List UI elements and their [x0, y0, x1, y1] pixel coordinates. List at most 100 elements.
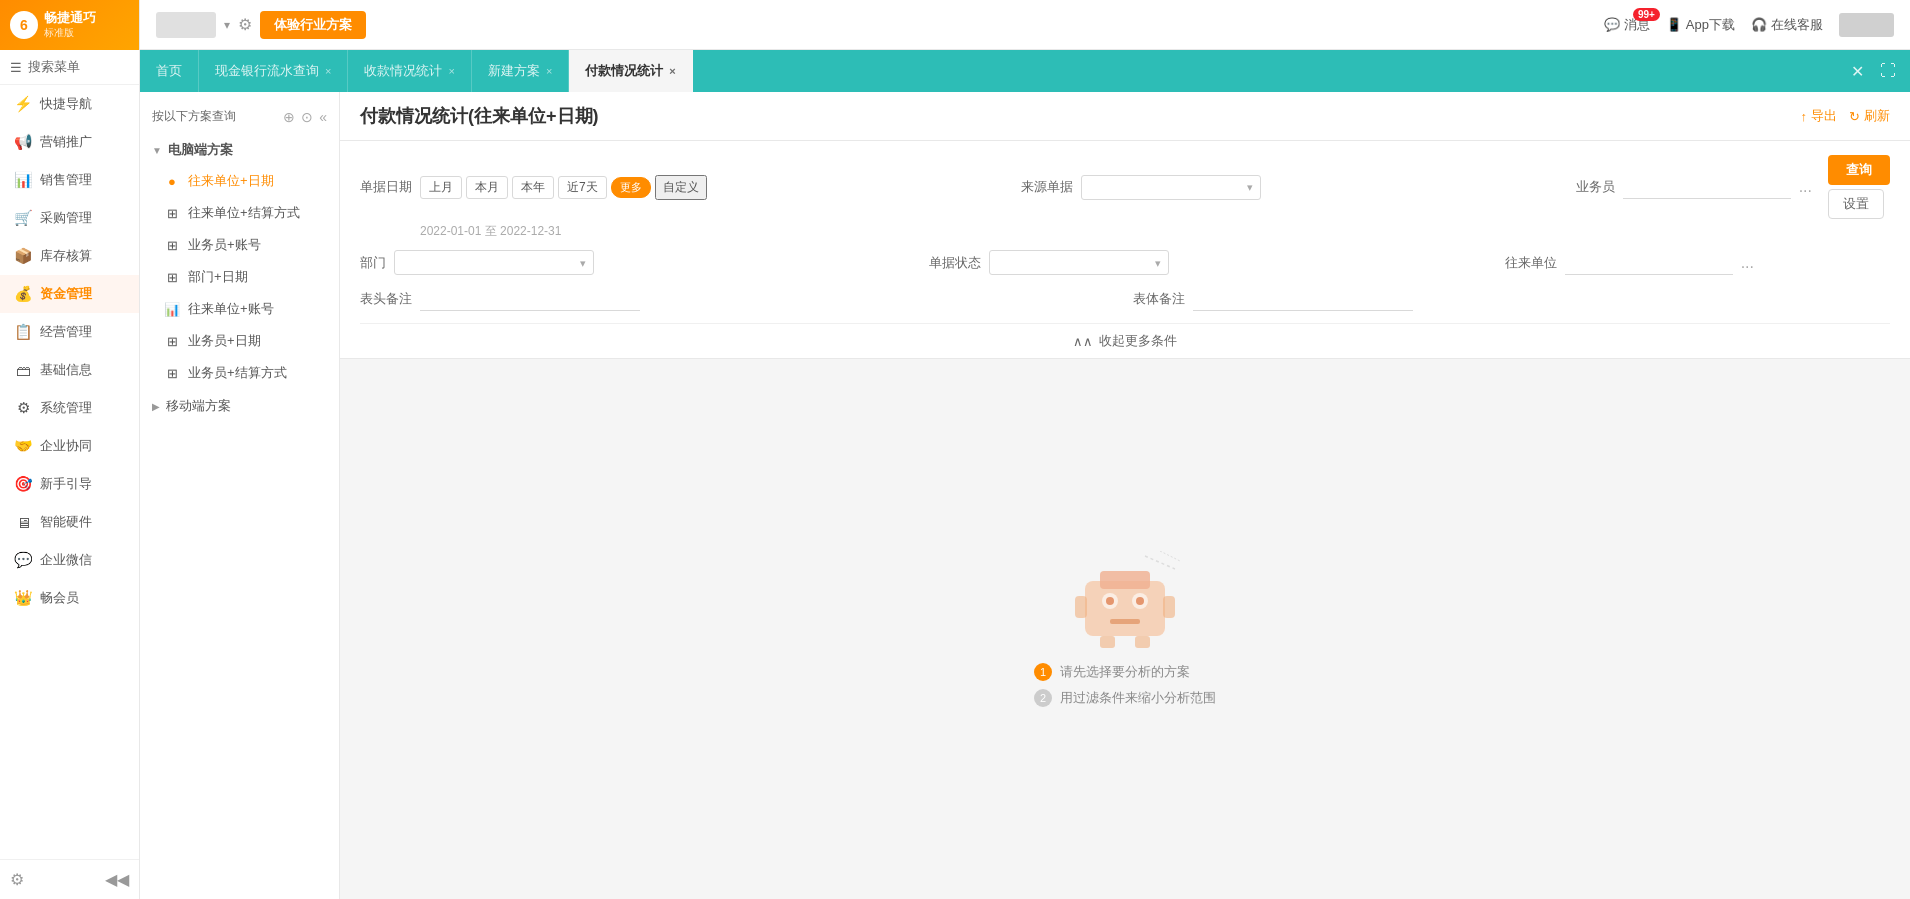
tab-new-plan[interactable]: 新建方案 × — [472, 50, 569, 92]
tip-num-2: 2 — [1034, 689, 1052, 707]
tab-home[interactable]: 首页 — [140, 50, 199, 92]
voucher-status-select-wrap — [989, 250, 1169, 275]
panel-settings-icon[interactable]: ⊙ — [301, 109, 313, 125]
panel-section-pc-header[interactable]: ▼ 电脑端方案 — [140, 135, 339, 165]
header-note-label: 表头备注 — [360, 290, 412, 308]
tab-bank-flow[interactable]: 现金银行流水查询 × — [199, 50, 348, 92]
tab-payment-stats-close[interactable]: × — [669, 65, 675, 77]
query-button[interactable]: 查询 — [1828, 155, 1890, 185]
search-icon: ☰ — [10, 60, 22, 75]
source-select-wrap — [1081, 175, 1261, 200]
date-btn-last7days[interactable]: 近7天 — [558, 176, 607, 199]
refresh-button[interactable]: ↻ 刷新 — [1849, 107, 1890, 125]
footer-settings-icon[interactable]: ⚙ — [10, 870, 24, 889]
panel-collapse-icon[interactable]: « — [319, 109, 327, 125]
service-label: 在线客服 — [1771, 16, 1823, 34]
panel-search-icons: ⊕ ⊙ « — [283, 109, 327, 125]
tabbar: 首页 现金银行流水查询 × 收款情况统计 × 新建方案 × 付款情况统计 × ✕… — [140, 50, 1910, 92]
sidebar-item-inventory[interactable]: 📦 库存核算 — [0, 237, 139, 275]
sidebar-item-sales[interactable]: 📊 销售管理 — [0, 161, 139, 199]
date-btn-this-month[interactable]: 本月 — [466, 176, 508, 199]
empty-tip-2: 2 用过滤条件来缩小分析范围 — [1034, 689, 1216, 707]
topbar-dropdown-icon[interactable]: ▾ — [224, 18, 230, 32]
app-download-icon: 📱 — [1666, 17, 1682, 32]
messages-badge: 99+ — [1633, 8, 1660, 21]
filter-header-note-item: 表头备注 — [360, 287, 640, 311]
sidebar-item-enterprise[interactable]: 🤝 企业协同 — [0, 427, 139, 465]
panel-item-label: 业务员+结算方式 — [188, 364, 287, 382]
export-icon: ↑ — [1801, 109, 1808, 124]
panel-item-unit-date[interactable]: ● 往来单位+日期 — [140, 165, 339, 197]
filter-partner-item: 往来单位 ... — [1505, 251, 1754, 275]
salesperson-input[interactable] — [1623, 175, 1791, 199]
tab-close-all-icon[interactable]: ✕ — [1845, 58, 1870, 85]
sidebar-collapse-icon[interactable]: ◀◀ — [105, 870, 129, 889]
date-btn-last-month[interactable]: 上月 — [420, 176, 462, 199]
voucher-status-select[interactable] — [989, 250, 1169, 275]
tab-expand-icon[interactable]: ⛶ — [1874, 58, 1902, 84]
panel-section-mobile[interactable]: ▶ 移动端方案 — [140, 389, 339, 423]
online-service-button[interactable]: 🎧 在线客服 — [1751, 16, 1823, 34]
source-select[interactable] — [1081, 175, 1261, 200]
sidebar-item-purchase[interactable]: 🛒 采购管理 — [0, 199, 139, 237]
sidebar-item-guide[interactable]: 🎯 新手引导 — [0, 465, 139, 503]
basic-info-icon: 🗃 — [14, 361, 32, 379]
sidebar-item-label: 快捷导航 — [40, 95, 92, 113]
tab-bank-flow-label: 现金银行流水查询 — [215, 62, 319, 80]
svg-rect-10 — [1135, 636, 1150, 648]
date-btn-custom[interactable]: 自定义 — [655, 175, 707, 200]
panel-item-unit-settle[interactable]: ⊞ 往来单位+结算方式 — [140, 197, 339, 229]
robot-svg — [1065, 551, 1185, 651]
tab-bank-flow-close[interactable]: × — [325, 65, 331, 77]
salesperson-ellipsis[interactable]: ... — [1799, 178, 1812, 196]
panel-item-unit-account[interactable]: 📊 往来单位+账号 — [140, 293, 339, 325]
panel-add-icon[interactable]: ⊕ — [283, 109, 295, 125]
app-download-button[interactable]: 📱 App下载 — [1666, 16, 1735, 34]
panel-item-staff-date[interactable]: ⊞ 业务员+日期 — [140, 325, 339, 357]
panel-item-staff-settle[interactable]: ⊞ 业务员+结算方式 — [140, 357, 339, 389]
filter-body-note-item: 表体备注 — [1133, 287, 1413, 311]
user-avatar[interactable] — [1839, 13, 1894, 37]
search-menu-button[interactable]: ☰ 搜索菜单 — [0, 50, 139, 85]
panel-item-label: 业务员+日期 — [188, 332, 261, 350]
date-btn-more[interactable]: 更多 — [611, 177, 651, 198]
panel-item-staff-account[interactable]: ⊞ 业务员+账号 — [140, 229, 339, 261]
partner-input[interactable] — [1565, 251, 1733, 275]
header-note-input[interactable] — [420, 287, 640, 311]
trial-button[interactable]: 体验行业方案 — [260, 11, 366, 39]
sidebar-item-label: 采购管理 — [40, 209, 92, 227]
page-header: 付款情况统计(往来单位+日期) ↑ 导出 ↻ 刷新 — [340, 92, 1910, 141]
filter-row-1: 单据日期 上月 本月 本年 近7天 更多 自定义 来源单据 — [360, 155, 1890, 219]
sidebar-item-operations[interactable]: 📋 经营管理 — [0, 313, 139, 351]
export-label: 导出 — [1811, 107, 1837, 125]
main-area: ▾ ⚙ 体验行业方案 💬 消息 99+ 📱 App下载 🎧 在线客服 首页 — [140, 0, 1910, 899]
settings-button[interactable]: 设置 — [1828, 189, 1884, 219]
sidebar-item-basic-info[interactable]: 🗃 基础信息 — [0, 351, 139, 389]
sidebar-item-marketing[interactable]: 📢 营销推广 — [0, 123, 139, 161]
sidebar-item-quick-nav[interactable]: ⚡ 快捷导航 — [0, 85, 139, 123]
dept-select[interactable] — [394, 250, 594, 275]
collapse-label: 收起更多条件 — [1099, 332, 1177, 350]
tab-receipt-stats-close[interactable]: × — [448, 65, 454, 77]
tab-new-plan-close[interactable]: × — [546, 65, 552, 77]
body-note-input[interactable] — [1193, 287, 1413, 311]
date-btn-this-year[interactable]: 本年 — [512, 176, 554, 199]
sidebar-item-hardware[interactable]: 🖥 智能硬件 — [0, 503, 139, 541]
sidebar-item-system[interactable]: ⚙ 系统管理 — [0, 389, 139, 427]
tab-payment-stats[interactable]: 付款情况统计 × — [569, 50, 692, 92]
tab-home-label: 首页 — [156, 62, 182, 80]
panel-item-dept-date[interactable]: ⊞ 部门+日期 — [140, 261, 339, 293]
collapse-conditions-button[interactable]: ∧∧ 收起更多条件 — [360, 323, 1890, 358]
sidebar-item-wechat[interactable]: 💬 企业微信 — [0, 541, 139, 579]
dept-label: 部门 — [360, 254, 386, 272]
partner-ellipsis[interactable]: ... — [1741, 254, 1754, 272]
sidebar-item-label: 经营管理 — [40, 323, 92, 341]
messages-button[interactable]: 💬 消息 99+ — [1604, 16, 1650, 34]
unit-settle-icon: ⊞ — [164, 205, 180, 221]
topbar-settings-icon[interactable]: ⚙ — [238, 15, 252, 34]
refresh-icon: ↻ — [1849, 109, 1860, 124]
tab-receipt-stats[interactable]: 收款情况统计 × — [348, 50, 471, 92]
export-button[interactable]: ↑ 导出 — [1801, 107, 1838, 125]
sidebar-item-finance[interactable]: 💰 资金管理 — [0, 275, 139, 313]
sidebar-item-member[interactable]: 👑 畅会员 — [0, 579, 139, 617]
